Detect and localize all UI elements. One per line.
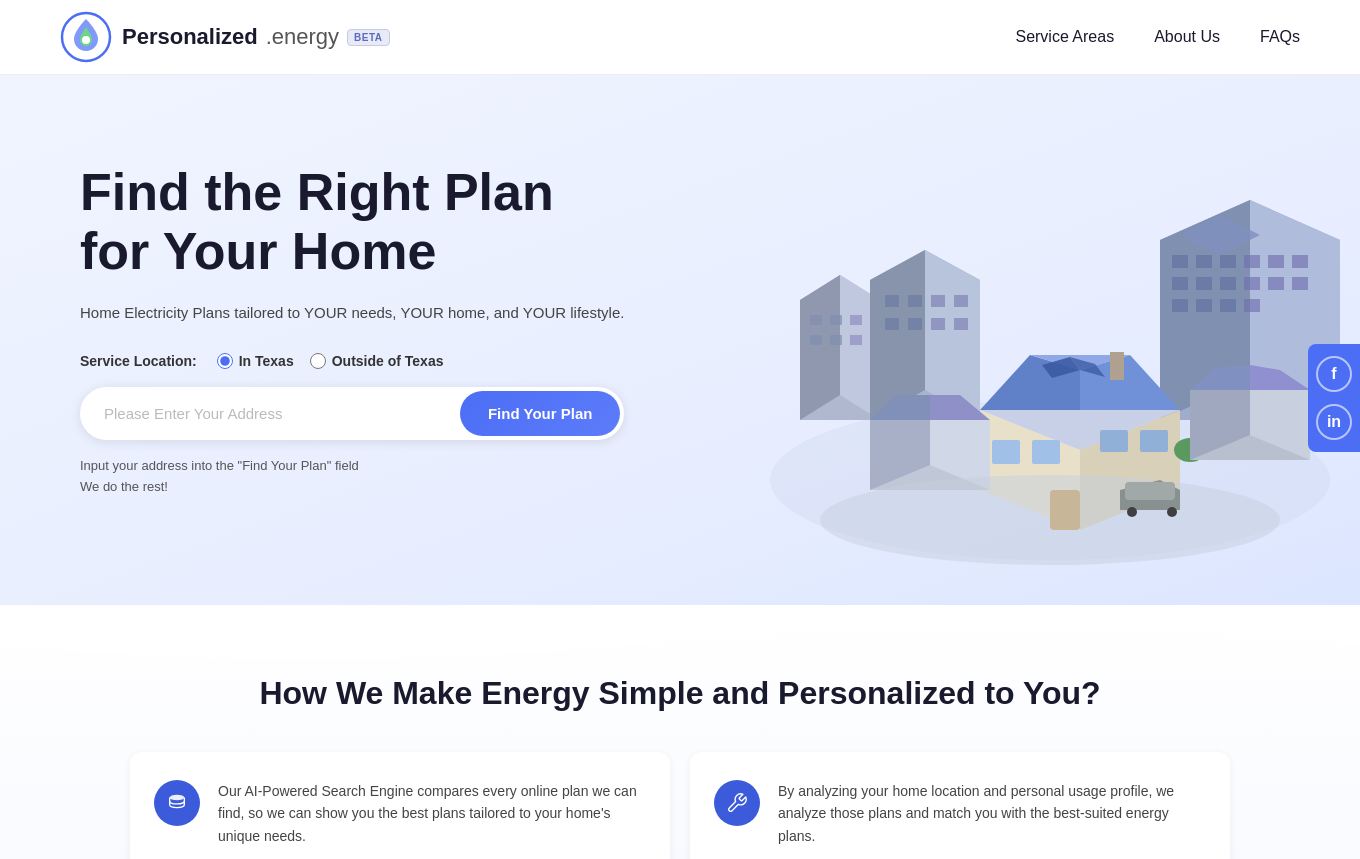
- nav-about-us[interactable]: About Us: [1154, 28, 1220, 46]
- card-1: Our AI-Powered Search Engine compares ev…: [130, 752, 670, 859]
- svg-point-74: [1167, 507, 1177, 517]
- svg-rect-15: [885, 295, 899, 307]
- logo-area: Personalized.energy BETA: [60, 11, 390, 63]
- hero-content: Find the Right Plan for Your Home Home E…: [80, 163, 624, 498]
- svg-rect-32: [1292, 255, 1308, 268]
- radio-outside-texas[interactable]: Outside of Texas: [310, 353, 444, 369]
- facebook-button[interactable]: f: [1316, 356, 1352, 392]
- svg-point-70: [820, 475, 1280, 565]
- svg-rect-17: [931, 295, 945, 307]
- svg-rect-72: [1125, 482, 1175, 500]
- nav: Service Areas About Us FAQs: [1015, 28, 1300, 46]
- helper-text: Input your address into the "Find Your P…: [80, 456, 624, 498]
- svg-rect-10: [830, 335, 842, 345]
- svg-rect-39: [1172, 299, 1188, 312]
- find-plan-button[interactable]: Find Your Plan: [460, 391, 620, 436]
- svg-marker-4: [800, 275, 840, 420]
- social-sidebar: f in: [1308, 344, 1360, 452]
- svg-rect-50: [992, 440, 1020, 464]
- hero-illustration: [740, 100, 1360, 580]
- hero-section: Find the Right Plan for Your Home Home E…: [0, 75, 1360, 605]
- svg-point-1: [82, 36, 90, 44]
- radio-in-texas-input[interactable]: [217, 353, 233, 369]
- svg-rect-27: [1172, 255, 1188, 268]
- database-icon: [166, 792, 188, 814]
- hero-title: Find the Right Plan for Your Home: [80, 163, 624, 283]
- svg-rect-38: [1292, 277, 1308, 290]
- how-section-title: How We Make Energy Simple and Personaliz…: [60, 675, 1300, 712]
- svg-rect-16: [908, 295, 922, 307]
- svg-rect-40: [1196, 299, 1212, 312]
- radio-in-texas[interactable]: In Texas: [217, 353, 294, 369]
- card-2-text: By analyzing your home location and pers…: [778, 780, 1206, 847]
- svg-rect-7: [830, 315, 842, 325]
- logo-text-block: Personalized.energy BETA: [122, 25, 390, 49]
- card-2: By analyzing your home location and pers…: [690, 752, 1230, 859]
- svg-marker-14: [925, 250, 980, 420]
- cards-grid: Our AI-Powered Search Engine compares ev…: [130, 752, 1230, 859]
- svg-rect-19: [885, 318, 899, 330]
- card-1-text: Our AI-Powered Search Engine compares ev…: [218, 780, 646, 847]
- service-location: Service Location: In Texas Outside of Te…: [80, 353, 624, 369]
- svg-rect-29: [1220, 255, 1236, 268]
- svg-rect-41: [1220, 299, 1236, 312]
- card-2-icon: [714, 780, 760, 826]
- wrench-icon: [726, 792, 748, 814]
- svg-rect-20: [908, 318, 922, 330]
- svg-rect-53: [1140, 430, 1168, 452]
- svg-rect-35: [1220, 277, 1236, 290]
- svg-rect-31: [1268, 255, 1284, 268]
- svg-rect-51: [1032, 440, 1060, 464]
- linkedin-button[interactable]: in: [1316, 404, 1352, 440]
- svg-rect-18: [954, 295, 968, 307]
- svg-marker-13: [870, 250, 925, 420]
- service-location-label: Service Location:: [80, 353, 197, 369]
- svg-rect-52: [1100, 430, 1128, 452]
- header: Personalized.energy BETA Service Areas A…: [0, 0, 1360, 75]
- svg-rect-34: [1196, 277, 1212, 290]
- logo-name: Personalized.energy BETA: [122, 25, 390, 49]
- svg-rect-36: [1244, 277, 1260, 290]
- logo-icon: [60, 11, 112, 63]
- hero-subtitle: Home Electricity Plans tailored to YOUR …: [80, 302, 624, 325]
- radio-group: In Texas Outside of Texas: [217, 353, 444, 369]
- nav-service-areas[interactable]: Service Areas: [1015, 28, 1114, 46]
- svg-rect-28: [1196, 255, 1212, 268]
- svg-rect-33: [1172, 277, 1188, 290]
- card-1-icon: [154, 780, 200, 826]
- beta-badge: BETA: [347, 29, 389, 46]
- svg-rect-8: [850, 315, 862, 325]
- svg-rect-54: [1110, 352, 1124, 380]
- svg-rect-22: [954, 318, 968, 330]
- svg-rect-11: [850, 335, 862, 345]
- svg-rect-30: [1244, 255, 1260, 268]
- radio-outside-texas-input[interactable]: [310, 353, 326, 369]
- svg-rect-9: [810, 335, 822, 345]
- address-input[interactable]: [80, 389, 456, 438]
- svg-point-73: [1127, 507, 1137, 517]
- svg-rect-21: [931, 318, 945, 330]
- svg-point-75: [170, 795, 185, 801]
- search-bar: Find Your Plan: [80, 387, 624, 440]
- svg-rect-42: [1244, 299, 1260, 312]
- svg-rect-37: [1268, 277, 1284, 290]
- nav-faqs[interactable]: FAQs: [1260, 28, 1300, 46]
- svg-rect-6: [810, 315, 822, 325]
